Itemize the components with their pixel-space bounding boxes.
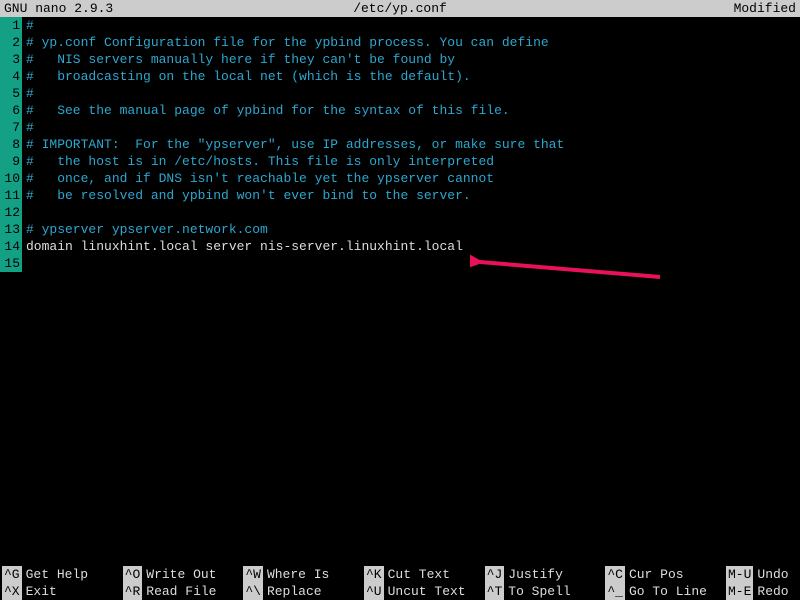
shortcut-key: ^K: [364, 566, 384, 583]
editor-line[interactable]: 4# broadcasting on the local net (which …: [0, 68, 800, 85]
editor-line[interactable]: 14domain linuxhint.local server nis-serv…: [0, 238, 800, 255]
shortcut-label: Write Out: [146, 566, 216, 583]
editor-line[interactable]: 3# NIS servers manually here if they can…: [0, 51, 800, 68]
editor-line[interactable]: 5#: [0, 85, 800, 102]
shortcut-cut-text[interactable]: ^KCut Text: [364, 566, 479, 583]
line-text: #: [26, 119, 34, 136]
shortcut-redo[interactable]: M-ERedo: [726, 583, 798, 600]
line-number: 7: [0, 119, 22, 136]
shortcut-read-file[interactable]: ^RRead File: [123, 583, 238, 600]
shortcut-key: ^\: [243, 583, 263, 600]
file-path: /etc/yp.conf: [268, 0, 532, 17]
shortcut-key: ^T: [485, 583, 505, 600]
line-text: #: [26, 17, 34, 34]
editor-line[interactable]: 9# the host is in /etc/hosts. This file …: [0, 153, 800, 170]
editor-line[interactable]: 11# be resolved and ypbind won't ever bi…: [0, 187, 800, 204]
line-number: 14: [0, 238, 22, 255]
shortcut-key: ^C: [605, 566, 625, 583]
shortcut-bar: ^GGet Help ^OWrite Out ^WWhere Is ^KCut Tex…: [0, 566, 800, 600]
shortcut-undo[interactable]: M-UUndo: [726, 566, 798, 583]
shortcut-key: ^_: [605, 583, 625, 600]
shortcut-key: ^R: [123, 583, 143, 600]
shortcut-to-spell[interactable]: ^TTo Spell: [485, 583, 600, 600]
modified-status: Modified: [532, 0, 796, 17]
editor-line[interactable]: 7#: [0, 119, 800, 136]
shortcut-label: Justify: [508, 566, 563, 583]
editor-line[interactable]: 8# IMPORTANT: For the "ypserver", use IP…: [0, 136, 800, 153]
editor-line[interactable]: 12: [0, 204, 800, 221]
shortcut-key: ^J: [485, 566, 505, 583]
shortcut-label: Undo: [757, 566, 788, 583]
line-text: # be resolved and ypbind won't ever bind…: [26, 187, 471, 204]
line-text: # yp.conf Configuration file for the ypb…: [26, 34, 549, 51]
line-number: 1: [0, 17, 22, 34]
shortcut-write-out[interactable]: ^OWrite Out: [123, 566, 238, 583]
shortcut-get-help[interactable]: ^GGet Help: [2, 566, 117, 583]
line-text: # the host is in /etc/hosts. This file i…: [26, 153, 494, 170]
shortcut-label: Get Help: [26, 566, 88, 583]
editor-line[interactable]: 6# See the manual page of ypbind for the…: [0, 102, 800, 119]
shortcut-exit[interactable]: ^XExit: [2, 583, 117, 600]
editor-area[interactable]: 1#2# yp.conf Configuration file for the …: [0, 17, 800, 557]
shortcut-label: Cur Pos: [629, 566, 684, 583]
editor-line[interactable]: 2# yp.conf Configuration file for the yp…: [0, 34, 800, 51]
shortcut-key: ^U: [364, 583, 384, 600]
shortcut-uncut-text[interactable]: ^UUncut Text: [364, 583, 479, 600]
shortcut-key: ^O: [123, 566, 143, 583]
shortcut-key: M-U: [726, 566, 753, 583]
editor-line[interactable]: 13# ypserver ypserver.network.com: [0, 221, 800, 238]
line-text: # See the manual page of ypbind for the …: [26, 102, 510, 119]
line-number: 5: [0, 85, 22, 102]
app-title: GNU nano 2.9.3: [4, 0, 268, 17]
shortcut-label: Uncut Text: [388, 583, 466, 600]
line-number: 6: [0, 102, 22, 119]
shortcut-label: Exit: [26, 583, 57, 600]
line-number: 8: [0, 136, 22, 153]
shortcut-key: ^W: [243, 566, 263, 583]
editor-line[interactable]: 15: [0, 255, 800, 272]
line-text: # IMPORTANT: For the "ypserver", use IP …: [26, 136, 564, 153]
shortcut-go-to-line[interactable]: ^_Go To Line: [605, 583, 720, 600]
shortcut-label: Redo: [757, 583, 788, 600]
shortcut-key: ^X: [2, 583, 22, 600]
editor-line[interactable]: 10# once, and if DNS isn't reachable yet…: [0, 170, 800, 187]
line-text: # ypserver ypserver.network.com: [26, 221, 268, 238]
line-number: 4: [0, 68, 22, 85]
line-text: # once, and if DNS isn't reachable yet t…: [26, 170, 494, 187]
shortcut-key: M-E: [726, 583, 753, 600]
shortcut-label: Go To Line: [629, 583, 707, 600]
line-number: 15: [0, 255, 22, 272]
shortcut-label: Replace: [267, 583, 322, 600]
line-number: 2: [0, 34, 22, 51]
line-text: domain linuxhint.local server nis-server…: [26, 238, 463, 255]
editor-line[interactable]: 1#: [0, 17, 800, 34]
shortcut-key: ^G: [2, 566, 22, 583]
shortcut-justify[interactable]: ^JJustify: [485, 566, 600, 583]
line-text: # NIS servers manually here if they can'…: [26, 51, 455, 68]
line-text: # broadcasting on the local net (which i…: [26, 68, 471, 85]
line-number: 13: [0, 221, 22, 238]
line-number: 10: [0, 170, 22, 187]
shortcut-cur-pos[interactable]: ^CCur Pos: [605, 566, 720, 583]
shortcut-label: Where Is: [267, 566, 329, 583]
line-number: 12: [0, 204, 22, 221]
shortcut-label: To Spell: [508, 583, 570, 600]
shortcut-label: Cut Text: [388, 566, 450, 583]
line-text: #: [26, 85, 34, 102]
shortcut-where-is[interactable]: ^WWhere Is: [243, 566, 358, 583]
line-number: 11: [0, 187, 22, 204]
titlebar: GNU nano 2.9.3 /etc/yp.conf Modified: [0, 0, 800, 17]
shortcut-replace[interactable]: ^\Replace: [243, 583, 358, 600]
shortcut-label: Read File: [146, 583, 216, 600]
line-number: 3: [0, 51, 22, 68]
line-number: 9: [0, 153, 22, 170]
